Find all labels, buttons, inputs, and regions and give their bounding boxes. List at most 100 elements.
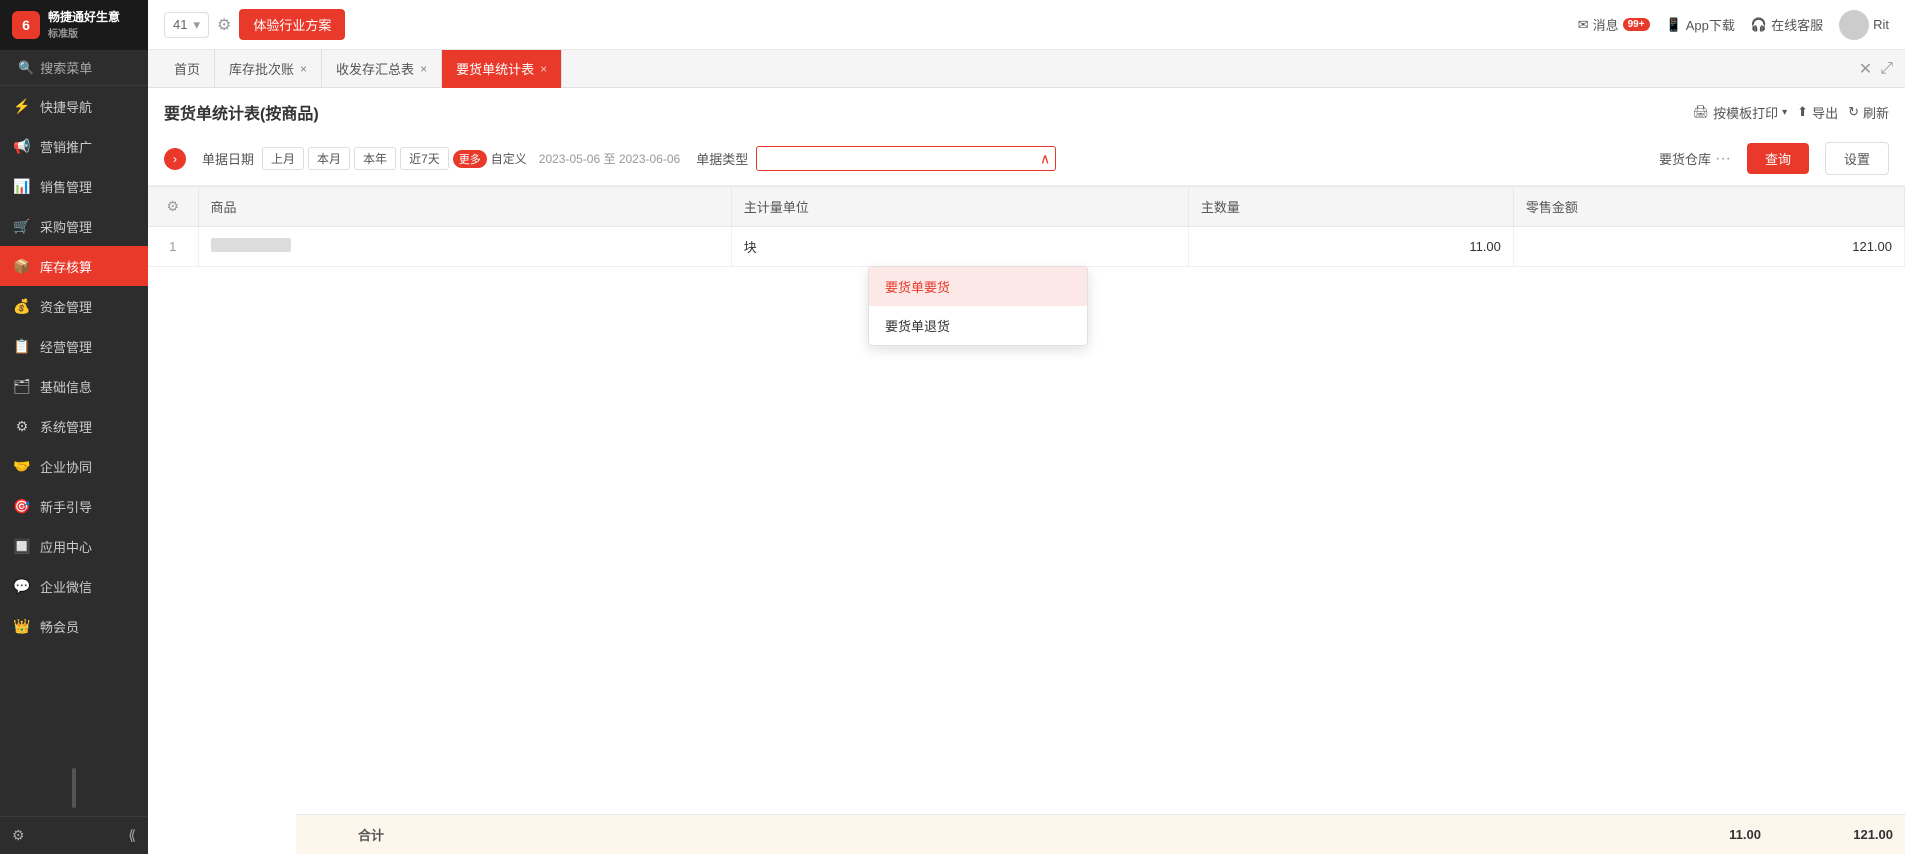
page-title: 要货单统计表(按商品) (164, 100, 319, 124)
type-input-wrapper: ∧ (756, 146, 1056, 171)
type-dropdown: 要货单要货 要货单退货 (868, 266, 1088, 346)
row-goods (198, 227, 731, 267)
filter-toggle-button[interactable]: › (164, 148, 186, 170)
data-table: ⚙ 商品 主计量单位 主数量 零售金额 (148, 186, 1905, 267)
tab-order-stats[interactable]: 要货单统计表 × (442, 50, 562, 88)
marketing-icon: 📢 (12, 136, 32, 156)
data-table-container: ⚙ 商品 主计量单位 主数量 零售金额 (148, 186, 1905, 267)
sidebar-bottom: ⚙ ⟪ (0, 816, 148, 854)
sidebar-item-label: 库存核算 (40, 257, 92, 276)
query-button[interactable]: 查询 (1747, 143, 1809, 174)
dropdown-item-order-request[interactable]: 要货单要货 (869, 267, 1087, 306)
sidebar-item-label: 系统管理 (40, 417, 92, 436)
chevron-down-icon: ▾ (193, 17, 200, 33)
sidebar-item-system[interactable]: ⚙ 系统管理 (0, 406, 148, 446)
online-service-label: 在线客服 (1771, 15, 1823, 34)
filter-area: › 单据日期 上月 本月 本年 近7天 更多 自定义 2023-05-06 至 … (148, 132, 1905, 186)
user-avatar[interactable]: Rit (1839, 10, 1889, 40)
phone-icon: 📱 (1666, 17, 1682, 33)
tab-order-stats-label: 要货单统计表 (456, 59, 534, 78)
row-amount: 121.00 (1513, 227, 1904, 267)
sidebar-item-operations[interactable]: 📋 经营管理 (0, 326, 148, 366)
sidebar-nav: ⚡ 快捷导航 📢 营销推广 📊 销售管理 🛒 采购管理 📦 库存核算 💰 资金管… (0, 86, 148, 768)
logo-icon: 6 (12, 11, 40, 39)
date-more-badge[interactable]: 更多 (453, 150, 487, 168)
sidebar-item-enterprise[interactable]: 🤝 企业协同 (0, 446, 148, 486)
warehouse-more-icon[interactable]: ··· (1715, 150, 1731, 168)
tab-bar: 首页 库存批次账 × 收发存汇总表 × 要货单统计表 × ✕ ⤢ (148, 50, 1905, 88)
tab-close-all-icon[interactable]: ✕ (1859, 59, 1872, 79)
tab-order-stats-close[interactable]: × (540, 62, 547, 76)
sidebar-item-finance[interactable]: 💰 资金管理 (0, 286, 148, 326)
sidebar-item-inventory[interactable]: 📦 库存核算 (0, 246, 148, 286)
tab-home[interactable]: 首页 (160, 50, 215, 88)
col-amount-label: 零售金额 (1526, 200, 1578, 215)
print-chevron-icon: ▾ (1782, 107, 1787, 118)
row-quantity: 11.00 (1188, 227, 1513, 267)
table-row: 1 块 11.00 121.00 (148, 227, 1905, 267)
enterprise-icon: 🤝 (12, 456, 32, 476)
base-info-icon: 🗂 (12, 376, 32, 396)
filter-settings-button[interactable]: 设置 (1825, 142, 1889, 175)
sidebar-item-base-info[interactable]: 🗂 基础信息 (0, 366, 148, 406)
sidebar-item-marketing[interactable]: 📢 营销推广 (0, 126, 148, 166)
message-icon: ✉ (1578, 17, 1589, 33)
footer-label: 合计 (358, 825, 1511, 844)
col-settings[interactable]: ⚙ (148, 187, 198, 227)
warehouse-filter-group: 要货仓库 ··· (1659, 149, 1731, 168)
type-input[interactable] (756, 146, 1056, 171)
refresh-button[interactable]: ↻ 刷新 (1848, 103, 1889, 122)
tab-delivery-summary-close[interactable]: × (420, 62, 427, 76)
tab-expand-icon[interactable]: ⤢ (1880, 60, 1893, 78)
footer-amount: 121.00 (1773, 827, 1893, 842)
gear-settings-icon[interactable]: ⚙ (217, 15, 231, 35)
date-this-month[interactable]: 本月 (308, 147, 350, 170)
date-last-7-days[interactable]: 近7天 (400, 147, 449, 170)
date-this-year[interactable]: 本年 (354, 147, 396, 170)
messages-badge: 99+ (1623, 18, 1650, 31)
tab-home-label: 首页 (174, 59, 200, 78)
app-download-label: App下载 (1686, 15, 1735, 34)
sidebar-item-app-center[interactable]: 🔲 应用中心 (0, 526, 148, 566)
system-icon: ⚙ (12, 416, 32, 436)
sidebar-item-enterprise-wechat[interactable]: 💬 企业微信 (0, 566, 148, 606)
logo-title: 畅捷通好生意 (48, 10, 120, 26)
sidebar-item-label: 应用中心 (40, 537, 92, 556)
sidebar-item-label: 销售管理 (40, 177, 92, 196)
page-actions: 🖨 按模板打印 ▾ ⬆ 导出 ↻ 刷新 (1693, 103, 1889, 122)
settings-icon[interactable]: ⚙ (12, 827, 25, 844)
enterprise-wechat-icon: 💬 (12, 576, 32, 596)
dropdown-item-order-return[interactable]: 要货单退货 (869, 306, 1087, 345)
warehouse-filter-label: 要货仓库 (1659, 149, 1711, 168)
sidebar-item-guide[interactable]: 🎯 新手引导 (0, 486, 148, 526)
print-button[interactable]: 🖨 按模板打印 ▾ (1693, 103, 1788, 122)
search-menu[interactable]: 🔍 搜索菜单 (0, 50, 148, 86)
type-filter-label: 单据类型 (696, 149, 748, 168)
row-index: 1 (148, 227, 198, 267)
type-chevron-up-icon[interactable]: ∧ (1040, 150, 1050, 167)
messages-button[interactable]: ✉ 消息 99+ (1578, 15, 1650, 34)
export-button[interactable]: ⬆ 导出 (1797, 103, 1838, 122)
sidebar-item-membership[interactable]: 👑 畅会员 (0, 606, 148, 646)
sidebar-item-quick-nav[interactable]: ⚡ 快捷导航 (0, 86, 148, 126)
quick-nav-icon: ⚡ (12, 96, 32, 116)
online-service-button[interactable]: 🎧 在线客服 (1751, 15, 1823, 34)
tab-delivery-summary[interactable]: 收发存汇总表 × (322, 50, 442, 88)
export-label: 导出 (1812, 103, 1838, 122)
date-prev-month[interactable]: 上月 (262, 147, 304, 170)
tab-batch-account-close[interactable]: × (300, 62, 307, 76)
tab-batch-account[interactable]: 库存批次账 × (215, 50, 322, 88)
messages-label: 消息 (1593, 15, 1619, 34)
row-unit: 块 (731, 227, 1188, 267)
date-custom-btn[interactable]: 自定义 (491, 150, 527, 167)
column-settings-icon[interactable]: ⚙ (166, 198, 179, 214)
membership-icon: 👑 (12, 616, 32, 636)
search-label: 搜索菜单 (40, 58, 92, 77)
app-download-button[interactable]: 📱 App下载 (1666, 15, 1735, 34)
trial-button[interactable]: 体验行业方案 (239, 9, 345, 40)
collapse-icon[interactable]: ⟪ (128, 827, 136, 844)
sidebar-item-purchase[interactable]: 🛒 采购管理 (0, 206, 148, 246)
service-icon: 🎧 (1751, 17, 1767, 33)
sidebar-item-sales[interactable]: 📊 销售管理 (0, 166, 148, 206)
store-selector[interactable]: 41 ▾ (164, 12, 209, 38)
